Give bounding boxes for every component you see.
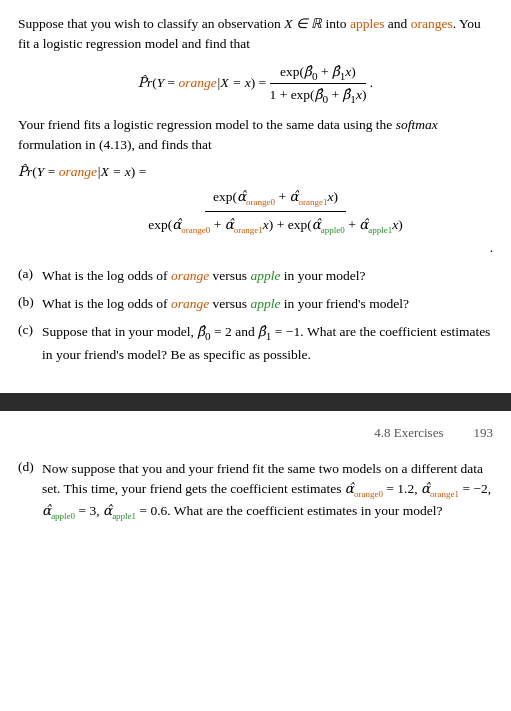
x-in-r: X ∈ ℝ — [284, 16, 322, 31]
q-a-mid: versus — [209, 268, 250, 283]
friend-text-1: Your friend fits a logistic regression m… — [18, 117, 396, 132]
q-c-label: (c) — [18, 322, 42, 338]
q-a-apple: apple — [250, 268, 280, 283]
footer-section-label: 4.8 Exercises — [374, 425, 443, 441]
q-b-orange: orange — [171, 296, 209, 311]
footer-page-number: 193 — [474, 425, 494, 441]
formula1-lhs: P̂r(Y = orange|X = x) = — [138, 75, 270, 90]
question-c: (c) Suppose that in your model, β̂0 = 2 … — [18, 322, 493, 365]
q-b-end: in your friend's model? — [280, 296, 408, 311]
intro-text-2: into — [322, 16, 350, 31]
friend-text-2: formulation in (4.13), and finds that — [18, 137, 212, 152]
question-b: (b) What is the log odds of orange versu… — [18, 294, 493, 314]
q-b-label: (b) — [18, 294, 42, 310]
intro-paragraph: Suppose that you wish to classify an obs… — [18, 14, 493, 55]
formula1-block: P̂r(Y = orange|X = x) = exp(β̂0 + β̂1x) … — [18, 63, 493, 105]
formula2-denominator: exp(α̂orange0 + α̂orange1x) + exp(α̂appl… — [140, 212, 411, 239]
formula2-lhs-line: P̂r(Y = orange|X = x) = — [18, 163, 493, 180]
formula1-denominator: 1 + exp(β̂0 + β̂1x) — [270, 86, 367, 105]
and-text: and — [384, 16, 410, 31]
formula1-period: . — [370, 75, 373, 90]
friend-paragraph: Your friend fits a logistic regression m… — [18, 115, 493, 156]
apples-word: apples — [350, 16, 385, 31]
q-b-apple: apple — [250, 296, 280, 311]
q-d-text: Now suppose that you and your friend fit… — [42, 459, 493, 524]
q-c-text: Suppose that in your model, β̂0 = 2 and … — [42, 322, 493, 365]
q-b-mid: versus — [209, 296, 250, 311]
q-a-text: What is the log odds of orange versus ap… — [42, 266, 493, 286]
question-a: (a) What is the log odds of orange versu… — [18, 266, 493, 286]
divider-bar — [0, 393, 511, 411]
softmax-word: softmax — [396, 117, 438, 132]
q-d-label: (d) — [18, 459, 42, 475]
formula1-numerator: exp(β̂0 + β̂1x) — [270, 63, 367, 85]
questions-section: (a) What is the log odds of orange versu… — [18, 266, 493, 365]
oranges-word: oranges — [411, 16, 453, 31]
formula2-lhs: P̂r(Y = orange|X = x) = — [18, 163, 146, 180]
upper-page: Suppose that you wish to classify an obs… — [0, 0, 511, 383]
question-d: (d) Now suppose that you and your friend… — [18, 459, 493, 524]
q-a-orange: orange — [171, 268, 209, 283]
intro-text-1: Suppose that you wish to classify an obs… — [18, 16, 284, 31]
page-footer: 4.8 Exercises 193 — [0, 411, 511, 449]
lower-page: (d) Now suppose that you and your friend… — [0, 449, 511, 546]
q-a-end: in your model? — [280, 268, 365, 283]
q-b-text: What is the log odds of orange versus ap… — [42, 294, 493, 314]
formula2-fraction-block: exp(α̂orange0 + α̂orange1x) exp(α̂orange… — [58, 184, 493, 255]
formula2-numerator: exp(α̂orange0 + α̂orange1x) — [205, 184, 346, 212]
q-a-label: (a) — [18, 266, 42, 282]
formula2-period: . — [490, 240, 493, 256]
formula1-fraction: exp(β̂0 + β̂1x) 1 + exp(β̂0 + β̂1x) — [270, 63, 367, 105]
